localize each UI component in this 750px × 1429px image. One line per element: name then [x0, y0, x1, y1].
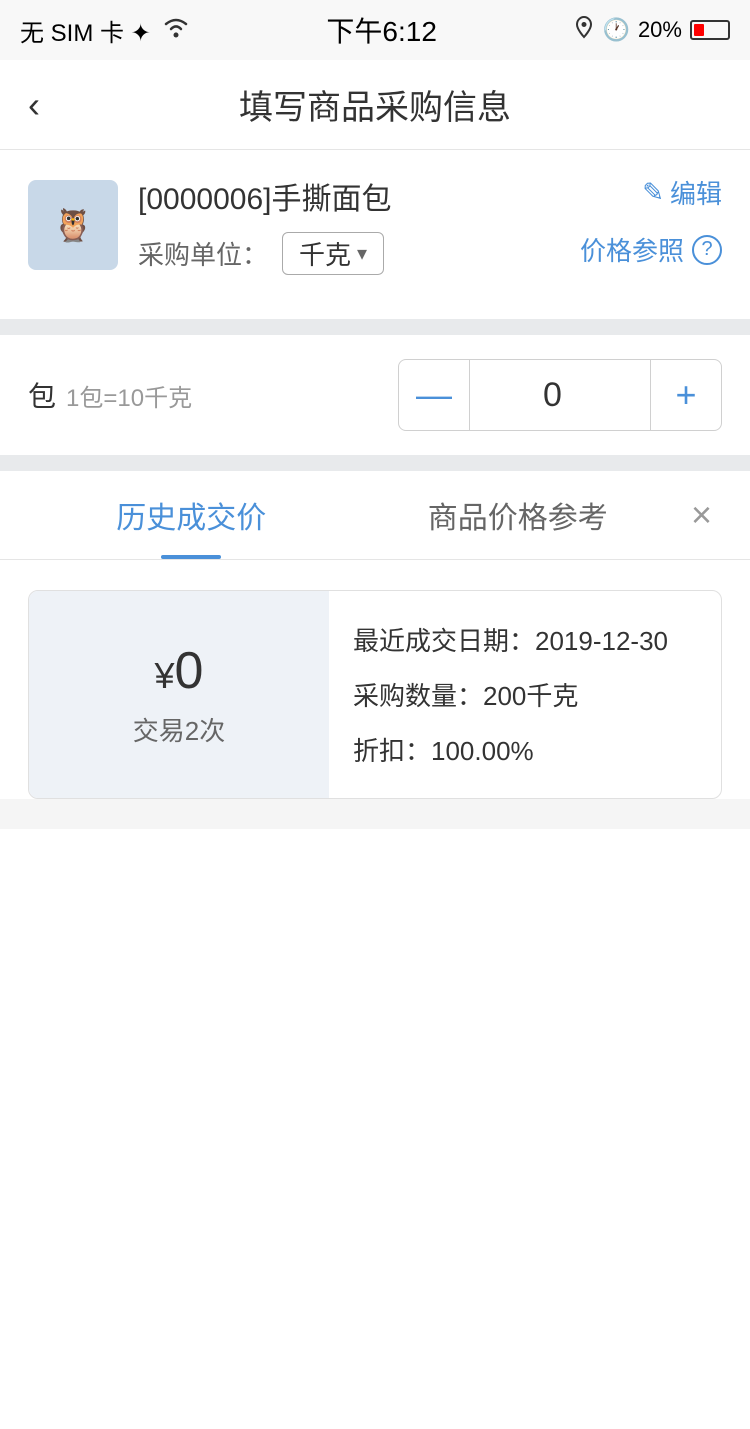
- tab-history-price[interactable]: 历史成交价: [28, 471, 354, 559]
- tabs-header: 历史成交价 商品价格参考 ×: [0, 471, 750, 560]
- date-value: 2019-12-30: [535, 626, 668, 656]
- product-thumb-icon: 🦉: [53, 206, 93, 244]
- nav-bar: ‹ 填写商品采购信息: [0, 60, 750, 150]
- quantity-row: 包 1包=10千克 — +: [0, 335, 750, 455]
- product-left: 🦉 [0000006]手撕面包 采购单位： 千克 ▾: [28, 174, 391, 275]
- currency-symbol: ¥: [155, 655, 175, 696]
- quantity-input[interactable]: [470, 359, 650, 431]
- section-divider-2: [0, 455, 750, 471]
- unit-dropdown-arrow: ▾: [357, 241, 367, 266]
- tabs-close-button[interactable]: ×: [681, 494, 722, 536]
- question-icon: ?: [692, 235, 722, 265]
- history-price-section: ¥0 交易2次: [29, 591, 329, 798]
- tabs-section: 历史成交价 商品价格参考 × ¥0 交易2次 最近成交日期：2019-12-30…: [0, 471, 750, 799]
- qty-detail-label: 采购数量：: [353, 681, 483, 711]
- sim-text: 无 SIM 卡 ✦: [20, 13, 151, 48]
- tab-history-label: 历史成交价: [116, 493, 266, 537]
- product-header: 🦉 [0000006]手撕面包 采购单位： 千克 ▾ ✎ 编辑 价格参照: [28, 174, 722, 275]
- alarm-icon: 🕐: [603, 17, 630, 43]
- back-button[interactable]: ‹: [28, 84, 40, 126]
- unit-badge[interactable]: 千克 ▾: [282, 232, 384, 275]
- history-qty-row: 采购数量：200千克: [353, 676, 697, 713]
- page-title: 填写商品采购信息: [239, 80, 511, 129]
- quantity-label: 包 1包=10千克: [28, 375, 192, 415]
- history-date-row: 最近成交日期：2019-12-30: [353, 621, 697, 658]
- unit-value: 千克: [299, 235, 351, 272]
- product-unit-row: 采购单位： 千克 ▾: [138, 232, 391, 275]
- quantity-minus-button[interactable]: —: [398, 359, 470, 431]
- wifi-icon: [161, 16, 191, 45]
- price-ref-button[interactable]: 价格参照 ?: [580, 231, 722, 268]
- product-card: 🦉 [0000006]手撕面包 采购单位： 千克 ▾ ✎ 编辑 价格参照: [0, 150, 750, 319]
- qty-unit: 包: [28, 375, 56, 415]
- qty-detail-value: 200千克: [483, 681, 578, 711]
- edit-button[interactable]: ✎ 编辑: [642, 174, 722, 211]
- edit-label: 编辑: [670, 174, 722, 211]
- quantity-controls: — +: [398, 359, 722, 431]
- discount-value: 100.00%: [431, 736, 534, 766]
- quantity-plus-button[interactable]: +: [650, 359, 722, 431]
- bottom-content: [0, 829, 750, 1429]
- edit-icon: ✎: [642, 177, 664, 208]
- tab-price-ref[interactable]: 商品价格参考: [354, 471, 680, 559]
- tab-price-ref-label: 商品价格参考: [428, 493, 608, 537]
- product-thumbnail: 🦉: [28, 180, 118, 270]
- history-details: 最近成交日期：2019-12-30 采购数量：200千克 折扣：100.00%: [329, 591, 721, 798]
- history-discount-row: 折扣：100.00%: [353, 731, 697, 768]
- date-label: 最近成交日期：: [353, 626, 535, 656]
- battery-icon: [690, 20, 730, 40]
- status-right: 🕐 20%: [573, 15, 730, 45]
- history-card: ¥0 交易2次 最近成交日期：2019-12-30 采购数量：200千克 折扣：…: [28, 590, 722, 799]
- history-price-display: ¥0: [155, 641, 204, 701]
- section-divider: [0, 319, 750, 335]
- status-time: 下午6:12: [326, 10, 437, 50]
- product-actions: ✎ 编辑 价格参照 ?: [580, 174, 722, 268]
- qty-conversion: 1包=10千克: [66, 378, 192, 413]
- status-bar: 无 SIM 卡 ✦ 下午6:12 🕐 20%: [0, 0, 750, 60]
- price-ref-label: 价格参照: [580, 231, 684, 268]
- location-icon: [573, 15, 595, 45]
- battery-percent: 20%: [638, 17, 682, 43]
- discount-label: 折扣：: [353, 736, 431, 766]
- history-trades: 交易2次: [133, 711, 225, 748]
- status-left: 无 SIM 卡 ✦: [20, 13, 191, 48]
- price-value: 0: [175, 642, 204, 700]
- product-name: [0000006]手撕面包: [138, 174, 391, 218]
- unit-label: 采购单位：: [138, 235, 268, 272]
- product-info: [0000006]手撕面包 采购单位： 千克 ▾: [138, 174, 391, 275]
